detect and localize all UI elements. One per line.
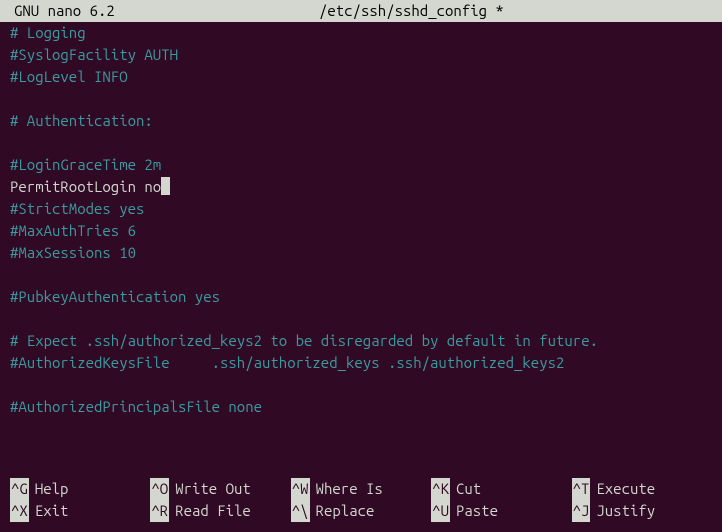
- editor-line: #LoginGraceTime 2m: [10, 154, 712, 176]
- shortcut-row-1: ^G Help ^O Write Out ^W Where Is ^K Cut ^TExecut…: [10, 478, 712, 500]
- editor-line: [10, 264, 712, 286]
- shortcut-label: Cut: [456, 478, 481, 500]
- app-name: GNU nano 6.2: [14, 0, 115, 22]
- editor-line: [10, 374, 712, 396]
- shortcut-item[interactable]: ^R Read File: [150, 500, 290, 522]
- titlebar: GNU nano 6.2 /etc/ssh/sshd_config *: [0, 0, 722, 22]
- shortcut-label: Replace: [316, 500, 375, 522]
- shortcut-key: ^W: [291, 478, 310, 500]
- editor-line: #LogLevel INFO: [10, 66, 712, 88]
- shortcut-label: Where Is: [316, 478, 383, 500]
- shortcut-key: ^G: [10, 478, 29, 500]
- shortcut-key: ^\: [291, 500, 310, 522]
- shortcut-label: Execute: [596, 478, 655, 500]
- shortcut-row-2: ^X Exit ^R Read File ^\ Replace ^U Paste ^JJusti…: [10, 500, 712, 522]
- shortcut-key: ^U: [431, 500, 450, 522]
- shortcut-key: ^R: [150, 500, 169, 522]
- shortcut-key: ^T: [572, 478, 591, 500]
- shortcut-key: ^J: [572, 500, 591, 522]
- editor-area[interactable]: # Logging#SyslogFacility AUTH#LogLevel I…: [0, 22, 722, 418]
- editor-line: [10, 88, 712, 110]
- shortcut-item[interactable]: ^U Paste: [431, 500, 571, 522]
- shortcut-label: Read File: [175, 500, 251, 522]
- shortcut-item[interactable]: ^\ Replace: [291, 500, 431, 522]
- shortcut-item[interactable]: ^X Exit: [10, 500, 150, 522]
- shortcut-item[interactable]: ^JJustify: [572, 500, 712, 522]
- shortcut-label: Paste: [456, 500, 498, 522]
- editor-line: [10, 308, 712, 330]
- shortcut-label: Exit: [35, 500, 69, 522]
- shortcut-item[interactable]: ^O Write Out: [150, 478, 290, 500]
- editor-line: #MaxSessions 10: [10, 242, 712, 264]
- shortcut-label: Help: [35, 478, 69, 500]
- shortcut-bar: ^G Help ^O Write Out ^W Where Is ^K Cut ^TExecut…: [0, 478, 722, 522]
- editor-line: # Logging: [10, 22, 712, 44]
- shortcut-item[interactable]: ^W Where Is: [291, 478, 431, 500]
- shortcut-key: ^X: [10, 500, 29, 522]
- shortcut-key: ^K: [431, 478, 450, 500]
- shortcut-key: ^O: [150, 478, 169, 500]
- editor-line: # Authentication:: [10, 110, 712, 132]
- editor-line: #SyslogFacility AUTH: [10, 44, 712, 66]
- shortcut-label: Write Out: [175, 478, 251, 500]
- editor-line: #AuthorizedKeysFile .ssh/authorized_keys…: [10, 352, 712, 374]
- cursor: [161, 177, 170, 195]
- editor-line: #AuthorizedPrincipalsFile none: [10, 396, 712, 418]
- shortcut-item[interactable]: ^TExecute: [572, 478, 712, 500]
- file-path: /etc/ssh/sshd_config *: [115, 0, 708, 22]
- editor-line: [10, 132, 712, 154]
- editor-line: #PubkeyAuthentication yes: [10, 286, 712, 308]
- shortcut-label: Justify: [596, 500, 655, 522]
- shortcut-item[interactable]: ^G Help: [10, 478, 150, 500]
- editor-line: #StrictModes yes: [10, 198, 712, 220]
- shortcut-item[interactable]: ^K Cut: [431, 478, 571, 500]
- editor-line: # Expect .ssh/authorized_keys2 to be dis…: [10, 330, 712, 352]
- editor-line: #MaxAuthTries 6: [10, 220, 712, 242]
- editor-line: PermitRootLogin no: [10, 176, 712, 198]
